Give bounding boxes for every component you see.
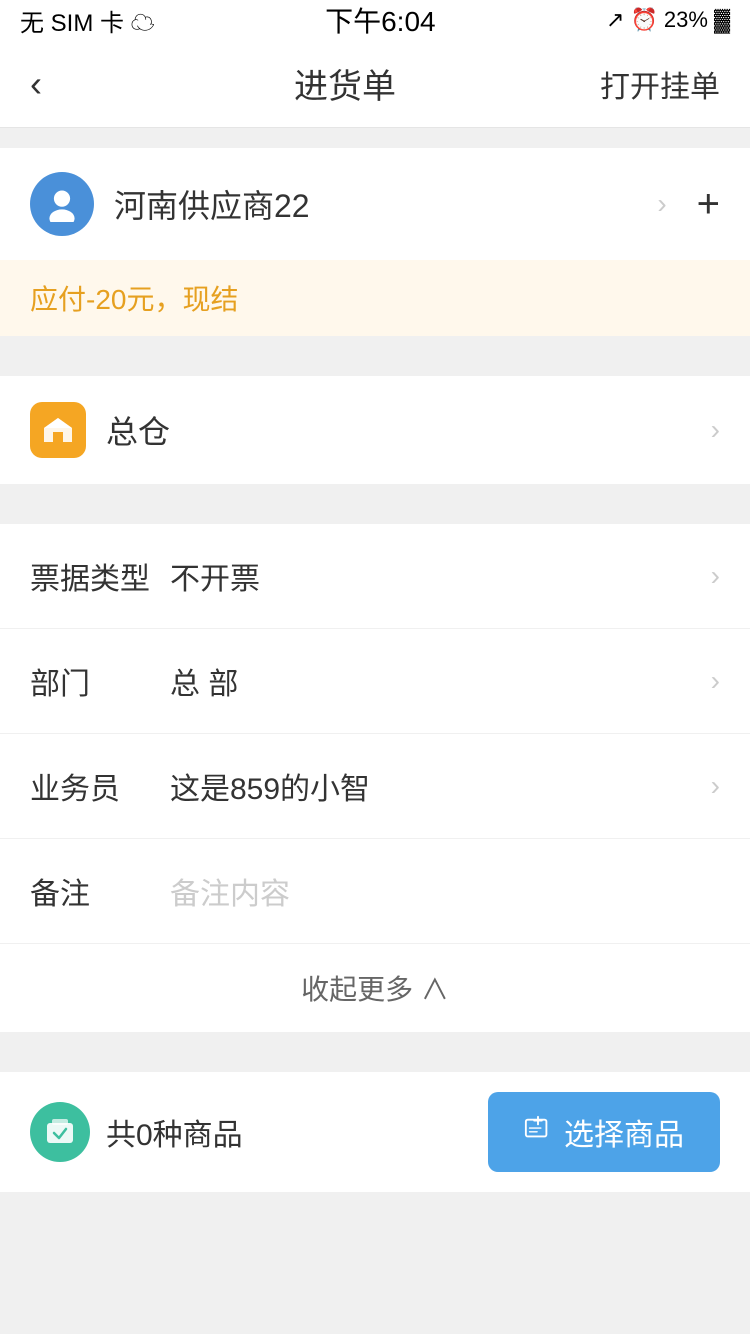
status-bar: 无 SIM 卡 ☁ 下午6:04 ↗ ⏰ 23% ▓ — [0, 0, 750, 40]
form-section: 票据类型 不开票 › 部门 总 部 › 业务员 这是859的小智 › 备注 备注… — [0, 524, 750, 943]
sim-status: 无 SIM 卡 ☁ — [20, 3, 155, 38]
page-title: 进货单 — [294, 59, 396, 108]
bottom-bar: 共0种商品 选择商品 — [0, 1072, 750, 1192]
gap-3 — [0, 484, 750, 504]
select-product-button[interactable]: 选择商品 — [488, 1092, 720, 1172]
department-label: 部门 — [30, 659, 160, 703]
warehouse-name: 总仓 — [106, 407, 711, 453]
product-count-text: 共0种商品 — [106, 1110, 243, 1154]
select-product-icon — [524, 1115, 552, 1150]
notice-bar: 应付-20元，现结 — [0, 260, 750, 336]
battery-level: 23% — [664, 7, 708, 33]
department-value: 总 部 — [160, 659, 701, 703]
location-icon: ↗ — [606, 7, 624, 33]
battery-icon: ▓ — [714, 7, 730, 33]
salesperson-label: 业务员 — [30, 764, 160, 808]
add-supplier-button[interactable]: + — [697, 182, 720, 227]
department-chevron-icon: › — [711, 665, 720, 697]
status-time: 下午6:04 — [325, 0, 436, 40]
salesperson-value: 这是859的小智 — [160, 764, 701, 808]
salesperson-row[interactable]: 业务员 这是859的小智 › — [0, 734, 750, 839]
select-product-label: 选择商品 — [564, 1110, 684, 1154]
status-right: ↗ ⏰ 23% ▓ — [606, 7, 730, 33]
warehouse-chevron-icon: › — [711, 414, 720, 446]
salesperson-chevron-icon: › — [711, 770, 720, 802]
invoice-type-row[interactable]: 票据类型 不开票 › — [0, 524, 750, 629]
invoice-type-label: 票据类型 — [30, 554, 160, 598]
warehouse-row[interactable]: 总仓 › — [0, 376, 750, 484]
gap-2 — [0, 336, 750, 356]
collapse-button[interactable]: 收起更多 ∧ — [0, 943, 750, 1032]
alarm-icon: ⏰ — [630, 7, 657, 33]
supplier-chevron-icon: › — [657, 188, 666, 220]
supplier-name: 河南供应商22 — [114, 181, 657, 227]
status-left: 无 SIM 卡 ☁ — [20, 3, 155, 38]
back-button[interactable]: ‹ — [30, 63, 90, 105]
invoice-type-value: 不开票 — [160, 554, 701, 598]
warehouse-icon — [30, 402, 86, 458]
gap-4 — [0, 1032, 750, 1052]
product-icon — [30, 1102, 90, 1162]
open-pending-button[interactable]: 打开挂单 — [600, 62, 720, 106]
product-count-area: 共0种商品 — [30, 1102, 243, 1162]
warehouse-section: 总仓 › — [0, 376, 750, 484]
gap-1 — [0, 128, 750, 148]
invoice-type-chevron-icon: › — [711, 560, 720, 592]
department-row[interactable]: 部门 总 部 › — [0, 629, 750, 734]
remark-row[interactable]: 备注 备注内容 — [0, 839, 750, 943]
remark-input[interactable]: 备注内容 — [160, 869, 720, 913]
nav-bar: ‹ 进货单 打开挂单 — [0, 40, 750, 128]
remark-label: 备注 — [30, 869, 160, 913]
supplier-row[interactable]: 河南供应商22 › + — [0, 148, 750, 260]
supplier-section: 河南供应商22 › + 应付-20元，现结 — [0, 148, 750, 336]
supplier-avatar — [30, 172, 94, 236]
